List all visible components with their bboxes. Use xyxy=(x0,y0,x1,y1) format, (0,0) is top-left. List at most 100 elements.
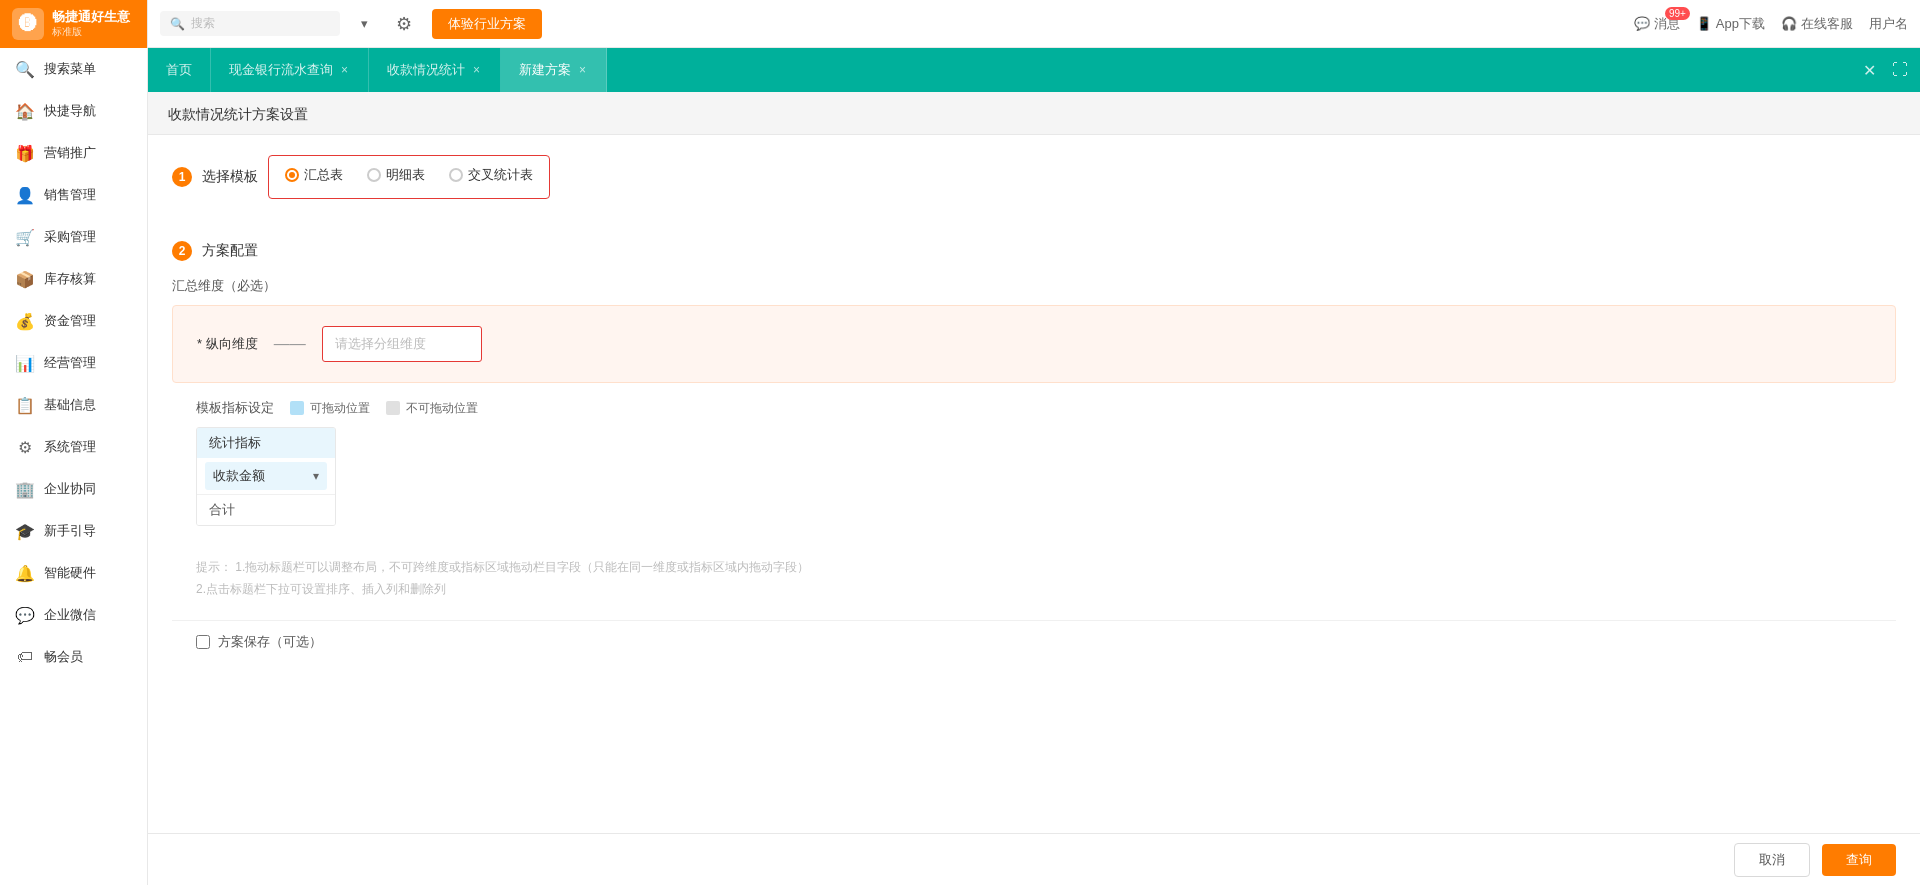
metrics-tag-label: 收款金额 xyxy=(213,467,265,485)
sidebar-item-label: 企业微信 xyxy=(44,606,96,624)
tab-bank-flow-close[interactable]: × xyxy=(339,61,350,79)
sidebar-item-search[interactable]: 🔍 搜索菜单 xyxy=(0,48,147,90)
messages-btn[interactable]: 💬 消息 99+ xyxy=(1634,15,1680,33)
step2-section: 2 方案配置 汇总维度（必选） * 纵向维度 —— 请选择分组维度 xyxy=(148,225,1920,673)
system-icon: ⚙ xyxy=(16,438,34,456)
tab-new-plan-close[interactable]: × xyxy=(577,61,588,79)
radio-detail[interactable]: 明细表 xyxy=(367,166,425,184)
dimension-arrow-icon: —— xyxy=(274,335,306,353)
sidebar-item-marketing[interactable]: 🎁 营销推广 xyxy=(0,132,147,174)
save-section: 方案保存（可选） xyxy=(172,620,1896,663)
sidebar-item-newbie[interactable]: 🎓 新手引导 xyxy=(0,510,147,552)
legend-draggable: 可拖动位置 xyxy=(290,400,370,417)
radio-cross-label: 交叉统计表 xyxy=(468,166,533,184)
metrics-table: 统计指标 收款金额 ▾ 合计 xyxy=(196,427,336,526)
metrics-tag-collection[interactable]: 收款金额 ▾ xyxy=(205,462,327,490)
tab-new-plan[interactable]: 新建方案 × xyxy=(501,48,607,92)
purchase-icon: 🛒 xyxy=(16,228,34,246)
sidebar-item-basic[interactable]: 📋 基础信息 xyxy=(0,384,147,426)
sidebar-item-label: 快捷导航 xyxy=(44,102,96,120)
online-service-btn[interactable]: 🎧 在线客服 xyxy=(1781,15,1853,33)
sidebar-item-inventory[interactable]: 📦 库存核算 xyxy=(0,258,147,300)
sidebar-item-finance[interactable]: 💰 资金管理 xyxy=(0,300,147,342)
metrics-dropdown-icon[interactable]: ▾ xyxy=(313,469,319,483)
app-icon: 📱 xyxy=(1696,16,1712,31)
step2-header: 2 方案配置 xyxy=(172,241,1896,261)
app-download-btn[interactable]: 📱 App下载 xyxy=(1696,15,1765,33)
sidebar-item-enterprise[interactable]: 🏢 企业协同 xyxy=(0,468,147,510)
basic-icon: 📋 xyxy=(16,396,34,414)
messages-badge: 99+ xyxy=(1665,7,1690,20)
metrics-title: 模板指标设定 xyxy=(196,399,274,417)
finance-icon: 💰 xyxy=(16,312,34,330)
tab-new-plan-label: 新建方案 xyxy=(519,61,571,79)
sidebar-item-system[interactable]: ⚙ 系统管理 xyxy=(0,426,147,468)
expand-tab-icon[interactable]: ⛶ xyxy=(1888,57,1912,83)
step2-title: 方案配置 xyxy=(202,242,258,260)
radio-detail-label: 明细表 xyxy=(386,166,425,184)
sidebar-item-label: 采购管理 xyxy=(44,228,96,246)
metrics-header: 模板指标设定 可拖动位置 不可拖动位置 xyxy=(196,399,1872,417)
sidebar-nav: 🔍 搜索菜单 🏠 快捷导航 🎁 营销推广 👤 销售管理 🛒 采购管理 📦 库存核… xyxy=(0,48,147,885)
save-label: 方案保存（可选） xyxy=(218,633,322,651)
sidebar-logo: 🅑 畅捷通好生意 标准版 xyxy=(0,0,147,48)
settings-gear-icon[interactable]: ⚙ xyxy=(388,8,420,40)
sidebar-item-smart[interactable]: 🔔 智能硬件 xyxy=(0,552,147,594)
logo-badge: 标准版 xyxy=(52,25,130,39)
step1-section: 1 选择模板 汇总表 明细表 交 xyxy=(148,135,1920,225)
step2-badge: 2 xyxy=(172,241,192,261)
user-name: 用户名 xyxy=(1869,16,1908,31)
logo-title: 畅捷通好生意 xyxy=(52,9,130,26)
dimension-area: * 纵向维度 —— 请选择分组维度 xyxy=(172,305,1896,383)
content-inner: 收款情况统计方案设置 1 选择模板 汇总表 明细表 xyxy=(148,92,1920,885)
marketing-icon: 🎁 xyxy=(16,144,34,162)
main-area: 🔍 搜索 ▾ ⚙ 体验行业方案 💬 消息 99+ 📱 App下载 🎧 在线客服 … xyxy=(148,0,1920,885)
industry-btn[interactable]: 体验行业方案 xyxy=(432,9,542,39)
tab-home[interactable]: 首页 xyxy=(148,48,211,92)
sidebar-item-label: 企业协同 xyxy=(44,480,96,498)
tab-collection-stats-label: 收款情况统计 xyxy=(387,61,465,79)
smart-icon: 🔔 xyxy=(16,564,34,582)
sidebar-item-label: 经营管理 xyxy=(44,354,96,372)
search-bar[interactable]: 🔍 搜索 xyxy=(160,11,340,36)
radio-detail-circle xyxy=(367,168,381,182)
tab-collection-stats[interactable]: 收款情况统计 × xyxy=(369,48,501,92)
newbie-icon: 🎓 xyxy=(16,522,34,540)
sidebar-item-label: 新手引导 xyxy=(44,522,96,540)
sidebar-item-label: 营销推广 xyxy=(44,144,96,162)
user-info[interactable]: 用户名 xyxy=(1869,15,1908,33)
tab-collection-stats-close[interactable]: × xyxy=(471,61,482,79)
ops-icon: 📊 xyxy=(16,354,34,372)
sidebar-item-wechat[interactable]: 💬 企业微信 xyxy=(0,594,147,636)
cancel-button[interactable]: 取消 xyxy=(1734,843,1810,877)
save-checkbox[interactable] xyxy=(196,635,210,649)
sidebar-item-quick-nav[interactable]: 🏠 快捷导航 xyxy=(0,90,147,132)
page-title: 收款情况统计方案设置 xyxy=(148,92,1920,135)
search-menu-icon: 🔍 xyxy=(16,60,34,78)
online-service-label: 在线客服 xyxy=(1801,15,1853,33)
service-icon: 🎧 xyxy=(1781,16,1797,31)
radio-summary[interactable]: 汇总表 xyxy=(285,166,343,184)
tips-area: 提示： 1.拖动标题栏可以调整布局，不可跨维度或指标区域拖动栏目字段（只能在同一… xyxy=(172,545,1896,612)
sidebar-item-member[interactable]: 🏷 畅会员 xyxy=(0,636,147,678)
header: 🔍 搜索 ▾ ⚙ 体验行业方案 💬 消息 99+ 📱 App下载 🎧 在线客服 … xyxy=(148,0,1920,48)
sidebar-item-purchase[interactable]: 🛒 采购管理 xyxy=(0,216,147,258)
radio-summary-label: 汇总表 xyxy=(304,166,343,184)
dimension-row: * 纵向维度 —— 请选择分组维度 xyxy=(197,326,1871,362)
member-icon: 🏷 xyxy=(16,648,34,666)
tip-line1: 提示： 1.拖动标题栏可以调整布局，不可跨维度或指标区域拖动栏目字段（只能在同一… xyxy=(196,557,1872,579)
dimension-select[interactable]: 请选择分组维度 xyxy=(322,326,482,362)
sidebar-item-sales[interactable]: 👤 销售管理 xyxy=(0,174,147,216)
sidebar-item-ops[interactable]: 📊 经营管理 xyxy=(0,342,147,384)
query-button[interactable]: 查询 xyxy=(1822,844,1896,876)
legend-nodrag: 不可拖动位置 xyxy=(386,400,478,417)
radio-cross[interactable]: 交叉统计表 xyxy=(449,166,533,184)
radio-summary-circle xyxy=(285,168,299,182)
header-dropdown-icon[interactable]: ▾ xyxy=(352,12,376,36)
content-area: 收款情况统计方案设置 1 选择模板 汇总表 明细表 xyxy=(148,92,1920,885)
metrics-table-header: 统计指标 xyxy=(197,428,335,458)
tab-bank-flow[interactable]: 现金银行流水查询 × xyxy=(211,48,369,92)
close-tab-icon[interactable]: ✕ xyxy=(1859,57,1880,84)
sidebar: 🅑 畅捷通好生意 标准版 🔍 搜索菜单 🏠 快捷导航 🎁 营销推广 👤 销售管理… xyxy=(0,0,148,885)
sidebar-item-label: 畅会员 xyxy=(44,648,83,666)
